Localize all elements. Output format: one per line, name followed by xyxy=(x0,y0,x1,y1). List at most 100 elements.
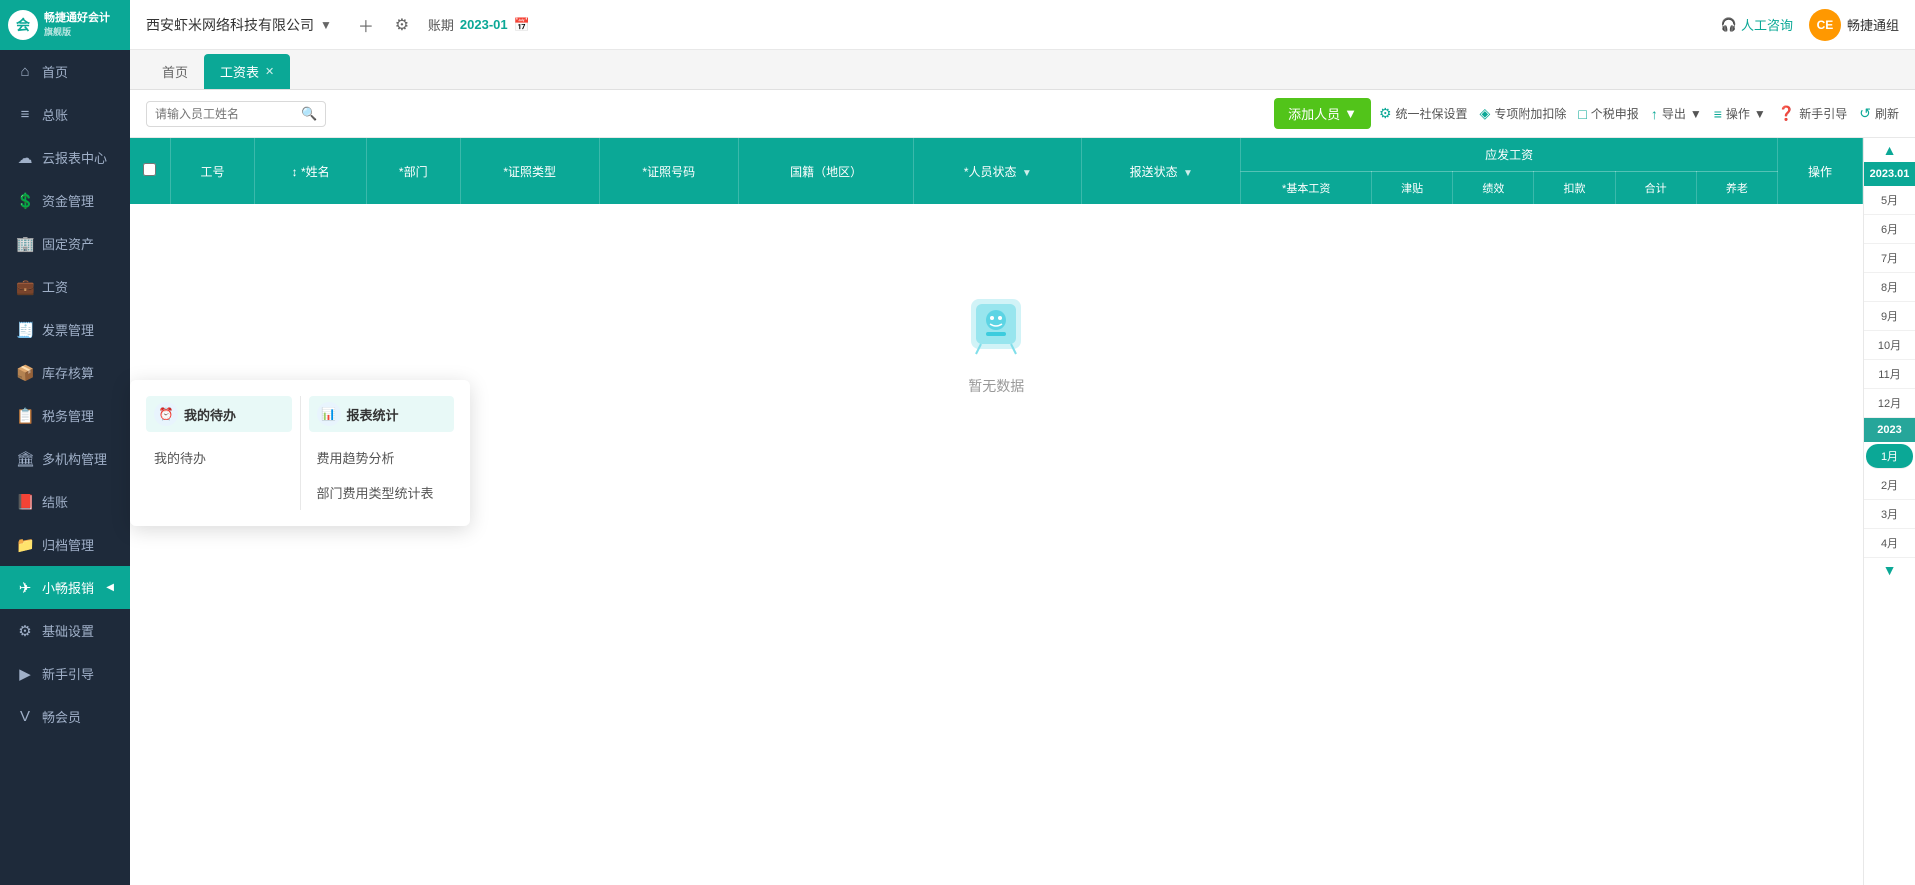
refresh-button[interactable]: ↺ 刷新 xyxy=(1859,105,1899,122)
sidebar-label-tax: 税务管理 xyxy=(42,406,94,425)
sidebar-label-archive: 归档管理 xyxy=(42,535,94,554)
period-value: 2023-01 xyxy=(460,17,508,32)
th-operations: 操作 xyxy=(1777,138,1862,204)
tab-salary-close-button[interactable]: ✕ xyxy=(265,65,274,78)
current-year-header[interactable]: 2023 xyxy=(1864,418,1915,442)
topbar-right: 🎧 人工咨询 CE 畅捷通组 xyxy=(1721,9,1899,41)
sidebar-item-multi-org[interactable]: 🏛 多机构管理 xyxy=(0,437,130,480)
social-security-button[interactable]: ⚙ 统一社保设置 xyxy=(1379,105,1468,122)
export-button[interactable]: ↑ 导出 ▼ xyxy=(1651,105,1702,122)
add-person-label: 添加人员 xyxy=(1288,104,1340,123)
month-5[interactable]: 5月 xyxy=(1864,186,1915,215)
tax-report-button[interactable]: □ 个税申报 xyxy=(1578,105,1638,122)
sidebar-item-home[interactable]: ⌂ 首页 xyxy=(0,50,130,93)
sidebar-item-settings[interactable]: ⚙ 基础设置 xyxy=(0,609,130,652)
popup-item-my-todo[interactable]: 我的待办 xyxy=(146,440,292,475)
th-employee-id: 工号 xyxy=(170,138,255,204)
popup-item-dept-type[interactable]: 部门费用类型统计表 xyxy=(309,475,455,510)
export-icon: ↑ xyxy=(1651,106,1658,122)
guide-label: 新手引导 xyxy=(1799,105,1847,122)
user-menu[interactable]: CE 畅捷通组 xyxy=(1809,9,1899,41)
sidebar-label-assets: 固定资产 xyxy=(42,234,94,253)
ledger-icon: ≡ xyxy=(16,106,34,123)
guide-button[interactable]: ❓ 新手引导 xyxy=(1778,105,1847,122)
scroll-down-button[interactable]: ▼ xyxy=(1864,558,1915,582)
sidebar-item-invoice[interactable]: 🧾 发票管理 xyxy=(0,308,130,351)
th-total: 合计 xyxy=(1615,172,1696,205)
tab-salary-label: 工资表 xyxy=(220,62,259,81)
tax-report-label: 个税申报 xyxy=(1591,105,1639,122)
sidebar-label-member: 畅会员 xyxy=(42,707,81,726)
popup-item-dept-type-label: 部门费用类型统计表 xyxy=(317,486,434,501)
add-person-button[interactable]: 添加人员 ▼ xyxy=(1274,98,1371,129)
th-checkbox[interactable] xyxy=(130,138,170,204)
sidebar-item-close[interactable]: 📕 结账 xyxy=(0,480,130,523)
special-deduct-button[interactable]: ◈ 专项附加扣除 xyxy=(1480,105,1567,122)
special-deduct-icon: ◈ xyxy=(1480,105,1491,122)
sidebar-item-archive[interactable]: 📁 归档管理 xyxy=(0,523,130,566)
popup-item-trend[interactable]: 费用趋势分析 xyxy=(309,440,455,475)
month-11[interactable]: 11月 xyxy=(1864,360,1915,389)
sidebar-item-expense[interactable]: ✈ 小畅报销 ◀ xyxy=(0,566,130,609)
calendar-icon[interactable]: 📅 xyxy=(514,17,530,33)
add-company-button[interactable]: ＋ xyxy=(352,11,380,39)
period-display: 账期 2023-01 📅 xyxy=(428,15,530,34)
tab-salary[interactable]: 工资表 ✕ xyxy=(204,54,290,89)
th-pension: 养老 xyxy=(1696,172,1777,205)
month-12[interactable]: 12月 xyxy=(1864,389,1915,418)
search-box[interactable]: 🔍 xyxy=(146,101,326,127)
scroll-up-button[interactable]: ▲ xyxy=(1864,138,1915,162)
special-deduct-label: 专项附加扣除 xyxy=(1494,105,1566,122)
month-10[interactable]: 10月 xyxy=(1864,331,1915,360)
month-4[interactable]: 4月 xyxy=(1864,529,1915,558)
popup-todo-header[interactable]: ⏰ 我的待办 xyxy=(146,396,292,432)
refresh-icon: ↺ xyxy=(1859,105,1871,122)
select-all-checkbox[interactable] xyxy=(143,163,156,176)
th-salary-group: 应发工资 xyxy=(1241,138,1778,172)
user-avatar: CE xyxy=(1809,9,1841,41)
month-9[interactable]: 9月 xyxy=(1864,302,1915,331)
status-filter-icon[interactable]: ▼ xyxy=(1022,168,1032,179)
tab-home[interactable]: 首页 xyxy=(146,54,204,89)
month-6[interactable]: 6月 xyxy=(1864,215,1915,244)
salary-icon: 💼 xyxy=(16,278,34,296)
search-input[interactable] xyxy=(155,107,295,121)
th-nationality: 国籍（地区） xyxy=(738,138,914,204)
year-header[interactable]: 2023.01 xyxy=(1864,162,1915,186)
month-8[interactable]: 8月 xyxy=(1864,273,1915,302)
sidebar-item-assets[interactable]: 🏢 固定资产 xyxy=(0,222,130,265)
toolbar-actions: ⚙ 统一社保设置 ◈ 专项附加扣除 □ 个税申报 ↑ 导出 ▼ ≡ 操作 ▼ xyxy=(1379,105,1899,122)
th-department: *部门 xyxy=(366,138,460,204)
sidebar-item-tax[interactable]: 📋 税务管理 xyxy=(0,394,130,437)
inventory-icon: 📦 xyxy=(16,364,34,382)
app-sub: 旗舰版 xyxy=(44,25,110,38)
export-dropdown-icon: ▼ xyxy=(1690,107,1702,121)
tax-report-icon: □ xyxy=(1578,106,1586,122)
popup-item-my-todo-label: 我的待办 xyxy=(154,451,206,466)
month-7[interactable]: 7月 xyxy=(1864,244,1915,273)
submit-filter-icon[interactable]: ▼ xyxy=(1183,168,1193,179)
th-id-number: *证照号码 xyxy=(599,138,738,204)
operations-button[interactable]: ≡ 操作 ▼ xyxy=(1714,105,1766,122)
support-button[interactable]: 🎧 人工咨询 xyxy=(1721,15,1793,34)
sidebar-item-inventory[interactable]: 📦 库存核算 xyxy=(0,351,130,394)
settings-button[interactable]: ⚙ xyxy=(388,11,416,39)
refresh-label: 刷新 xyxy=(1875,105,1899,122)
month-1[interactable]: 1月 xyxy=(1866,444,1913,469)
assets-icon: 🏢 xyxy=(16,235,34,253)
report-icon: 📊 xyxy=(317,402,341,426)
finance-icon: 💲 xyxy=(16,192,34,210)
sidebar-item-member[interactable]: V 畅会员 xyxy=(0,695,130,738)
sidebar-item-finance[interactable]: 💲 资金管理 xyxy=(0,179,130,222)
sidebar-item-guide[interactable]: ▶ 新手引导 xyxy=(0,652,130,695)
sidebar-item-cloud-report[interactable]: ☁ 云报表中心 xyxy=(0,136,130,179)
tab-home-label: 首页 xyxy=(162,62,188,81)
guide-toolbar-icon: ❓ xyxy=(1778,105,1795,122)
company-selector[interactable]: 西安虾米网络科技有限公司 ▼ xyxy=(146,15,332,35)
month-2[interactable]: 2月 xyxy=(1864,471,1915,500)
multi-org-icon: 🏛 xyxy=(16,450,34,468)
sidebar-item-salary[interactable]: 💼 工资 xyxy=(0,265,130,308)
sidebar-item-ledger[interactable]: ≡ 总账 xyxy=(0,93,130,136)
month-3[interactable]: 3月 xyxy=(1864,500,1915,529)
popup-report-header[interactable]: 📊 报表统计 xyxy=(309,396,455,432)
